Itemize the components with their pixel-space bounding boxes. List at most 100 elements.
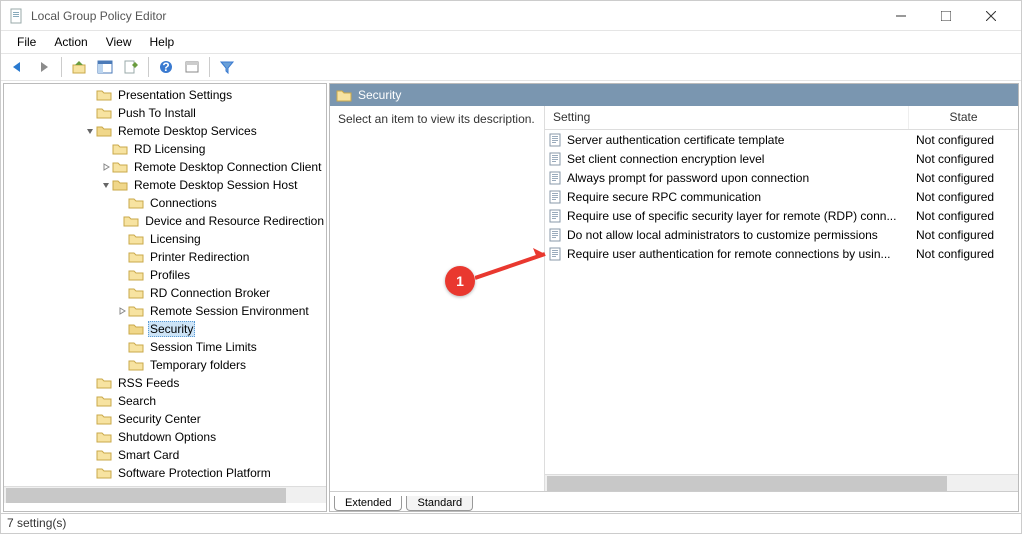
- folder-icon: [96, 124, 112, 138]
- tree-node[interactable]: Remote Desktop Connection Client: [4, 158, 326, 176]
- setting-state: Not configured: [908, 247, 1018, 261]
- column-headers[interactable]: Setting State: [545, 106, 1018, 130]
- minimize-button[interactable]: [878, 1, 923, 31]
- tree-node[interactable]: Shutdown Options: [4, 428, 326, 446]
- tree-node[interactable]: Licensing: [4, 230, 326, 248]
- chevron-down-icon[interactable]: [100, 181, 112, 190]
- folder-icon: [128, 268, 144, 282]
- folder-icon: [128, 250, 144, 264]
- tree-node[interactable]: Presentation Settings: [4, 86, 326, 104]
- tree-node[interactable]: Security Center: [4, 410, 326, 428]
- menu-view[interactable]: View: [98, 33, 140, 51]
- tree-node-label: Push To Install: [116, 106, 198, 120]
- folder-icon: [96, 430, 112, 444]
- chevron-right-icon[interactable]: [100, 163, 112, 172]
- setting-row[interactable]: Do not allow local administrators to cus…: [545, 225, 1018, 244]
- close-button[interactable]: [968, 1, 1013, 31]
- setting-state: Not configured: [908, 209, 1018, 223]
- folder-icon: [123, 214, 139, 228]
- tree-node[interactable]: Search: [4, 392, 326, 410]
- show-hide-tree-button[interactable]: [94, 56, 116, 78]
- tab-extended[interactable]: Extended: [334, 496, 402, 511]
- tree-node-label: Security: [148, 321, 195, 337]
- tree-node[interactable]: Temporary folders: [4, 356, 326, 374]
- tree-node[interactable]: Printer Redirection: [4, 248, 326, 266]
- tree-node[interactable]: Smart Card: [4, 446, 326, 464]
- setting-icon: [549, 190, 563, 204]
- setting-icon: [549, 171, 563, 185]
- folder-icon: [96, 412, 112, 426]
- folder-icon: [96, 448, 112, 462]
- folder-icon: [128, 196, 144, 210]
- setting-name: Server authentication certificate templa…: [567, 133, 908, 147]
- tree-node[interactable]: Device and Resource Redirection: [4, 212, 326, 230]
- setting-name: Always prompt for password upon connecti…: [567, 171, 908, 185]
- tree-node[interactable]: RD Connection Broker: [4, 284, 326, 302]
- forward-button[interactable]: [33, 56, 55, 78]
- folder-icon: [112, 178, 128, 192]
- properties-button[interactable]: [181, 56, 203, 78]
- folder-icon: [112, 142, 128, 156]
- up-button[interactable]: [68, 56, 90, 78]
- detail-header: Security: [330, 84, 1018, 106]
- setting-row[interactable]: Always prompt for password upon connecti…: [545, 168, 1018, 187]
- filter-button[interactable]: [216, 56, 238, 78]
- separator: [209, 57, 210, 77]
- chevron-right-icon[interactable]: [116, 307, 128, 316]
- folder-icon: [96, 376, 112, 390]
- setting-row[interactable]: Require user authentication for remote c…: [545, 244, 1018, 263]
- tree-node[interactable]: Push To Install: [4, 104, 326, 122]
- tree-node[interactable]: Remote Desktop Session Host: [4, 176, 326, 194]
- list-hscroll[interactable]: [545, 474, 1018, 491]
- menu-file[interactable]: File: [9, 33, 44, 51]
- tree-node[interactable]: Remote Session Environment: [4, 302, 326, 320]
- setting-row[interactable]: Require use of specific security layer f…: [545, 206, 1018, 225]
- help-button[interactable]: ?: [155, 56, 177, 78]
- tree-node[interactable]: Remote Desktop Services: [4, 122, 326, 140]
- tree-node[interactable]: RSS Feeds: [4, 374, 326, 392]
- setting-state: Not configured: [908, 228, 1018, 242]
- menu-action[interactable]: Action: [46, 33, 95, 51]
- status-bar: 7 setting(s): [1, 513, 1021, 533]
- setting-icon: [549, 228, 563, 242]
- tree-node-label: Remote Session Environment: [148, 304, 311, 318]
- title-bar: Local Group Policy Editor: [1, 1, 1021, 31]
- folder-icon: [128, 286, 144, 300]
- export-button[interactable]: [120, 56, 142, 78]
- tree-node-label: Temporary folders: [148, 358, 248, 372]
- tree-node-label: Remote Desktop Connection Client: [132, 160, 323, 174]
- menu-bar: File Action View Help: [1, 31, 1021, 53]
- tree-node[interactable]: Connections: [4, 194, 326, 212]
- tab-standard[interactable]: Standard: [406, 496, 473, 511]
- tree-node-label: RD Licensing: [132, 142, 207, 156]
- menu-help[interactable]: Help: [142, 33, 183, 51]
- tree-hscroll[interactable]: [4, 486, 326, 503]
- col-state[interactable]: State: [908, 106, 1018, 129]
- callout-marker: 1: [445, 266, 475, 296]
- chevron-down-icon[interactable]: [84, 127, 96, 136]
- tree-node-label: Search: [116, 394, 158, 408]
- separator: [61, 57, 62, 77]
- folder-icon: [96, 88, 112, 102]
- setting-row[interactable]: Set client connection encryption levelNo…: [545, 149, 1018, 168]
- setting-row[interactable]: Require secure RPC communicationNot conf…: [545, 187, 1018, 206]
- tree-node[interactable]: Software Protection Platform: [4, 464, 326, 482]
- window-title: Local Group Policy Editor: [31, 9, 878, 23]
- back-button[interactable]: [7, 56, 29, 78]
- tree-node[interactable]: RD Licensing: [4, 140, 326, 158]
- setting-row[interactable]: Server authentication certificate templa…: [545, 130, 1018, 149]
- tree-node-label: Licensing: [148, 232, 203, 246]
- setting-state: Not configured: [908, 133, 1018, 147]
- col-setting[interactable]: Setting: [545, 106, 908, 129]
- tree-node-label: Security Center: [116, 412, 203, 426]
- tree-node[interactable]: Security: [4, 320, 326, 338]
- tree-node-label: RSS Feeds: [116, 376, 181, 390]
- tree-node-label: Presentation Settings: [116, 88, 234, 102]
- tree-node[interactable]: Profiles: [4, 266, 326, 284]
- maximize-button[interactable]: [923, 1, 968, 31]
- tree-pane[interactable]: Presentation Settings Push To Install Remo…: [3, 83, 327, 512]
- setting-icon: [549, 152, 563, 166]
- folder-icon: [96, 394, 112, 408]
- app-icon: [9, 8, 25, 24]
- tree-node[interactable]: Session Time Limits: [4, 338, 326, 356]
